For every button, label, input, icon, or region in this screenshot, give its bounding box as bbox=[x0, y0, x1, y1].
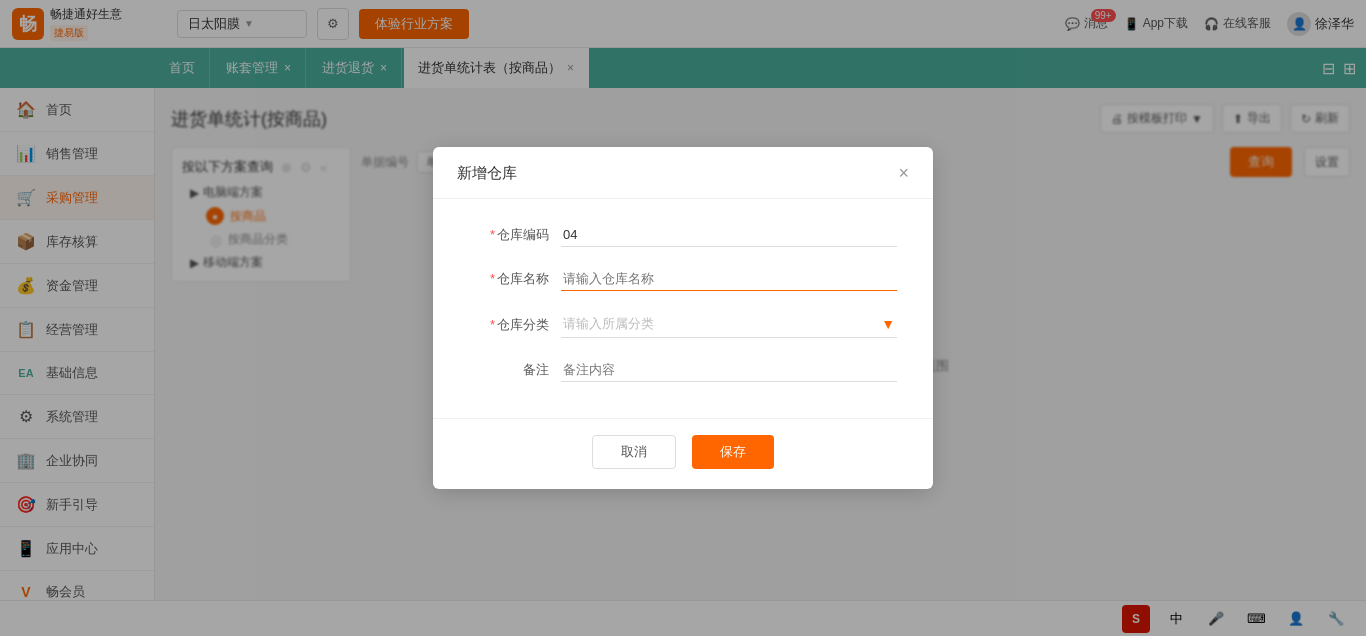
dialog-close-button[interactable]: × bbox=[898, 163, 909, 184]
name-label: *仓库名称 bbox=[469, 270, 549, 288]
add-warehouse-dialog: 新增仓库 × *仓库编码 *仓库名称 *仓库分类 bbox=[433, 147, 933, 489]
warehouse-note-input[interactable] bbox=[561, 358, 897, 382]
save-button[interactable]: 保存 bbox=[692, 435, 774, 469]
dialog-title: 新增仓库 bbox=[457, 164, 517, 183]
category-placeholder: 请输入所属分类 bbox=[563, 315, 881, 333]
warehouse-code-input[interactable] bbox=[561, 223, 897, 247]
category-select-wrap[interactable]: 请输入所属分类 ▼ bbox=[561, 311, 897, 338]
code-label: *仓库编码 bbox=[469, 226, 549, 244]
note-label: 备注 bbox=[469, 361, 549, 379]
dialog-overlay: 新增仓库 × *仓库编码 *仓库名称 *仓库分类 bbox=[0, 0, 1366, 636]
name-required-mark: * bbox=[490, 271, 495, 286]
form-row-name: *仓库名称 bbox=[469, 267, 897, 291]
form-row-category: *仓库分类 请输入所属分类 ▼ bbox=[469, 311, 897, 338]
dialog-footer: 取消 保存 bbox=[433, 418, 933, 489]
code-required-mark: * bbox=[490, 227, 495, 242]
form-row-note: 备注 bbox=[469, 358, 897, 382]
dialog-body: *仓库编码 *仓库名称 *仓库分类 请输入所属分类 ▼ bbox=[433, 199, 933, 418]
cancel-button[interactable]: 取消 bbox=[592, 435, 676, 469]
category-label: *仓库分类 bbox=[469, 316, 549, 334]
form-row-code: *仓库编码 bbox=[469, 223, 897, 247]
dialog-header: 新增仓库 × bbox=[433, 147, 933, 199]
warehouse-name-input[interactable] bbox=[561, 267, 897, 291]
category-required-mark: * bbox=[490, 317, 495, 332]
category-arrow-icon: ▼ bbox=[881, 316, 895, 332]
